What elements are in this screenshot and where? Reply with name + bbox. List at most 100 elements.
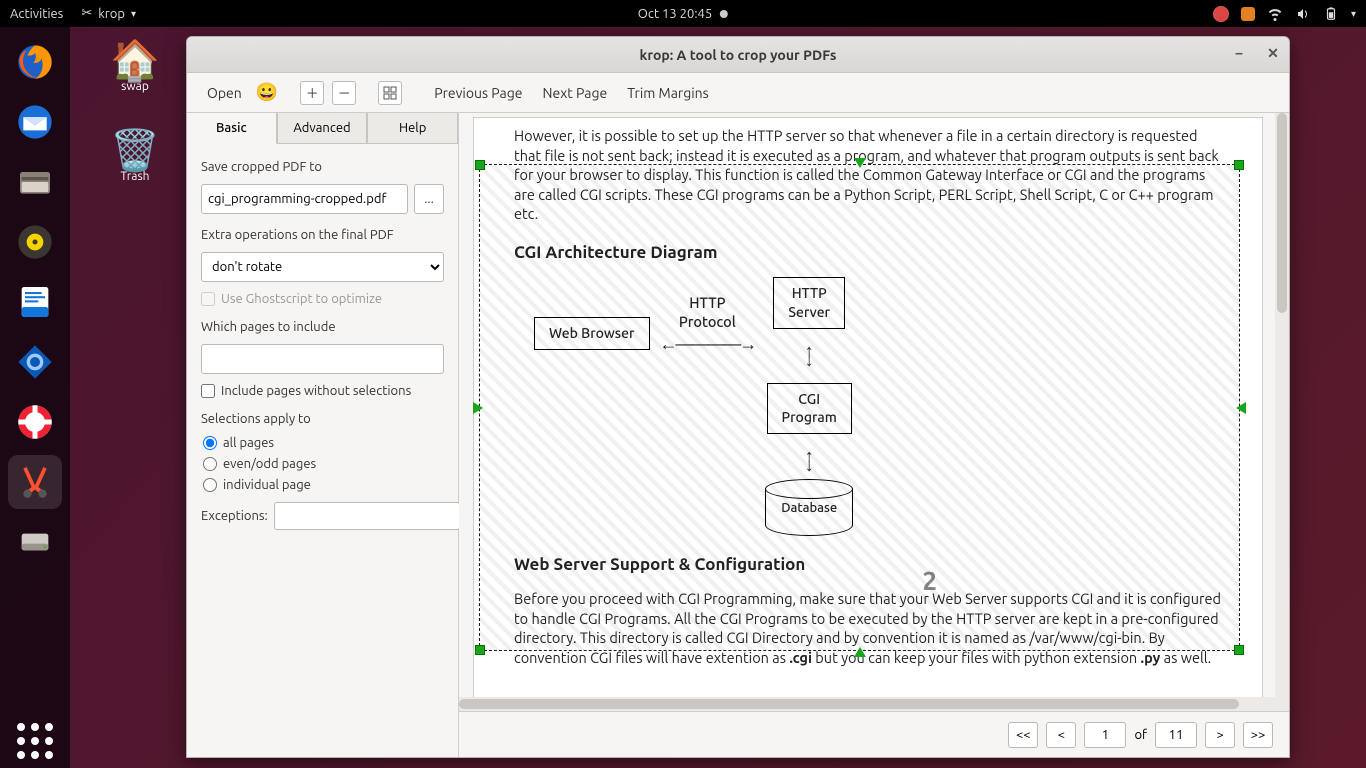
- dock-krop[interactable]: [8, 455, 62, 509]
- page-number-watermark: 2: [922, 563, 937, 598]
- emoji-icon[interactable]: 😀: [256, 82, 278, 103]
- system-menu-chevron-icon[interactable]: ▾: [1351, 8, 1356, 20]
- open-button[interactable]: Open: [201, 81, 248, 105]
- security-indicator-icon[interactable]: [1241, 7, 1255, 21]
- prev-page-button[interactable]: <: [1046, 722, 1076, 748]
- first-page-button[interactable]: <<: [1008, 722, 1038, 748]
- dock-help[interactable]: [8, 395, 62, 449]
- crop-handle-tl[interactable]: [475, 160, 485, 170]
- arrow-icon: ↑↓: [805, 452, 814, 470]
- dock-disk[interactable]: [8, 515, 62, 569]
- radio-all-pages[interactable]: [203, 436, 217, 450]
- crop-handle-tr[interactable]: [1234, 160, 1244, 170]
- tab-advanced[interactable]: Advanced: [277, 113, 368, 144]
- pdf-viewer: However, it is possible to set up the HT…: [459, 113, 1289, 757]
- title-bar[interactable]: krop: A tool to crop your PDFs – ✕: [187, 37, 1289, 73]
- next-page-button-nav[interactable]: >: [1205, 722, 1235, 748]
- exceptions-label: Exceptions:: [201, 509, 268, 523]
- minimize-button[interactable]: –: [1229, 43, 1249, 63]
- next-page-button[interactable]: Next Page: [537, 81, 614, 105]
- extra-ops-label: Extra operations on the final PDF: [201, 228, 444, 242]
- include-no-selection-checkbox[interactable]: [201, 384, 215, 398]
- radio-even-odd-label: even/odd pages: [223, 457, 316, 471]
- ghostscript-checkbox: [201, 292, 215, 306]
- dock-show-apps[interactable]: [8, 714, 62, 768]
- clock[interactable]: Oct 13 20:45: [638, 7, 728, 21]
- previous-page-button[interactable]: Previous Page: [428, 81, 528, 105]
- crop-handle-br[interactable]: [1234, 645, 1244, 655]
- tab-basic[interactable]: Basic: [187, 113, 277, 144]
- scissors-icon: ✂: [81, 6, 92, 21]
- vertical-scrollbar[interactable]: [1275, 113, 1289, 697]
- wifi-icon[interactable]: [1267, 6, 1283, 22]
- zoom-in-button[interactable]: ＋: [300, 81, 324, 105]
- diagram-box-browser: Web Browser: [534, 317, 650, 350]
- crop-handle-rm[interactable]: [1236, 402, 1246, 414]
- save-to-label: Save cropped PDF to: [201, 160, 444, 174]
- dock-files[interactable]: [8, 155, 62, 209]
- datetime-text: Oct 13 20:45: [638, 7, 712, 21]
- active-app-menu[interactable]: ✂ krop ▾: [81, 6, 136, 21]
- side-panel: Basic Advanced Help Save cropped PDF to …: [187, 113, 459, 757]
- pdf-text: Before you proceed with CGI Programming,…: [514, 589, 1222, 667]
- radio-individual-label: individual page: [223, 478, 311, 492]
- top-bar: Activities ✂ krop ▾ Oct 13 20:45 ▾: [0, 0, 1366, 27]
- dock-firefox[interactable]: [8, 35, 62, 89]
- active-app-label: krop: [98, 7, 125, 21]
- last-page-button[interactable]: >>: [1243, 722, 1273, 748]
- zoom-out-button[interactable]: －: [332, 81, 356, 105]
- dock-settings[interactable]: [8, 335, 62, 389]
- diagram-cylinder-db: Database: [765, 488, 853, 536]
- page-navigator: << < of > >>: [459, 711, 1289, 757]
- activities-button[interactable]: Activities: [10, 7, 63, 21]
- battery-icon[interactable]: [1323, 6, 1339, 22]
- crop-handle-bl[interactable]: [475, 645, 485, 655]
- desktop-icon-trash[interactable]: 🗑️ Trash: [100, 130, 170, 183]
- pdf-heading: Web Server Support & Configuration: [514, 554, 1222, 577]
- arrow-icon: ↑↓: [805, 347, 814, 365]
- toolbar: Open 😀 ＋ － Previous Page Next Page Trim …: [187, 73, 1289, 113]
- pdf-heading: CGI Architecture Diagram: [514, 242, 1222, 265]
- browse-button[interactable]: ...: [414, 184, 444, 214]
- pdf-page[interactable]: However, it is possible to set up the HT…: [473, 117, 1263, 697]
- crop-handle-lm[interactable]: [473, 402, 483, 414]
- diagram-label-protocol: HTTP Protocol: [660, 293, 756, 332]
- include-no-selection-label: Include pages without selections: [221, 384, 411, 398]
- total-pages-display: [1155, 722, 1197, 748]
- dock-writer[interactable]: [8, 275, 62, 329]
- page-scroll-area[interactable]: However, it is possible to set up the HT…: [459, 113, 1289, 697]
- radio-all-pages-label: all pages: [223, 436, 274, 450]
- horizontal-scrollbar[interactable]: [459, 697, 1289, 711]
- pdf-diagram: Web Browser HTTP Protocol ←————→ HTTP Se…: [534, 277, 1222, 537]
- fit-button[interactable]: [378, 81, 402, 105]
- ghostscript-label: Use Ghostscript to optimize: [221, 292, 382, 306]
- close-button[interactable]: ✕: [1263, 43, 1283, 63]
- which-pages-input[interactable]: [201, 344, 444, 374]
- save-path-input[interactable]: [201, 184, 408, 214]
- home-folder-icon: 🏠: [100, 40, 170, 80]
- dock-thunderbird[interactable]: [8, 95, 62, 149]
- krop-window: krop: A tool to crop your PDFs – ✕ Open …: [186, 36, 1290, 758]
- selections-apply-label: Selections apply to: [201, 412, 444, 426]
- dock-rhythmbox[interactable]: [8, 215, 62, 269]
- radio-even-odd[interactable]: [203, 457, 217, 471]
- update-indicator-icon[interactable]: [1213, 6, 1229, 22]
- page-of-label: of: [1134, 728, 1147, 742]
- rotate-select[interactable]: don't rotate: [201, 252, 444, 282]
- tab-help[interactable]: Help: [367, 113, 458, 144]
- window-title: krop: A tool to crop your PDFs: [639, 47, 836, 63]
- trash-icon: 🗑️: [100, 130, 170, 170]
- dock: [0, 27, 70, 768]
- desktop-icon-swap[interactable]: 🏠 swap: [100, 40, 170, 93]
- pdf-text: However, it is possible to set up the HT…: [514, 126, 1222, 224]
- trim-margins-button[interactable]: Trim Margins: [621, 81, 714, 105]
- exceptions-input[interactable]: [274, 502, 460, 530]
- diagram-box-http-server: HTTP Server: [773, 277, 845, 329]
- system-tray: ▾: [1213, 6, 1356, 22]
- volume-icon[interactable]: [1295, 6, 1311, 22]
- diagram-box-cgi: CGI Program: [767, 383, 852, 435]
- current-page-input[interactable]: [1084, 722, 1126, 748]
- arrow-icon: ←————→: [660, 332, 756, 356]
- radio-individual[interactable]: [203, 478, 217, 492]
- which-pages-label: Which pages to include: [201, 320, 444, 334]
